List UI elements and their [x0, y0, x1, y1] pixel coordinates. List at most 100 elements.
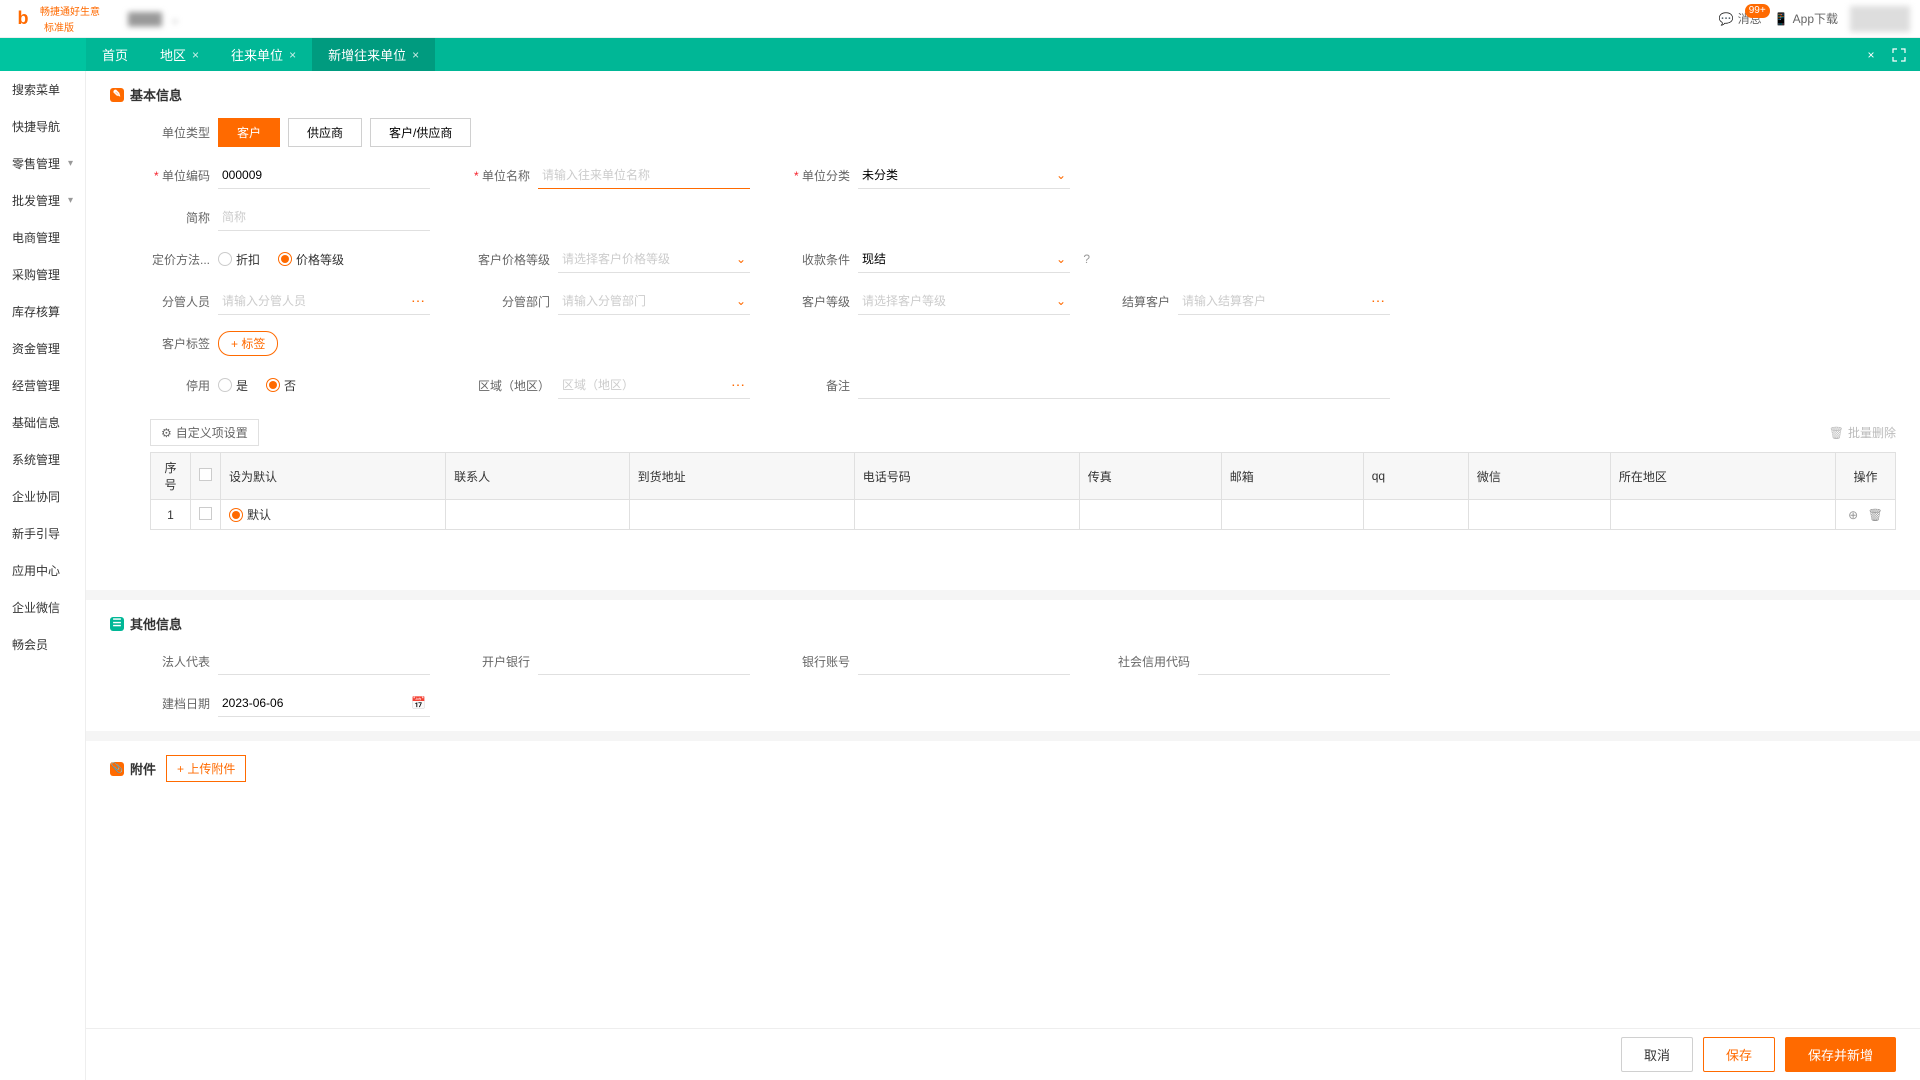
sidebar-item-guide[interactable]: 新手引导 [0, 515, 85, 552]
disabled-yes-radio[interactable]: 是 [218, 377, 248, 394]
cell-wechat[interactable] [1468, 500, 1610, 530]
tab-new-partner[interactable]: 新增往来单位 × [312, 38, 435, 71]
upload-attachment-button[interactable]: + 上传附件 [166, 755, 246, 782]
manager-input[interactable] [218, 287, 430, 315]
label-cust-tag: 客户标签 [150, 335, 210, 352]
create-date-input[interactable] [218, 689, 430, 717]
sidebar-item-search[interactable]: 搜索菜单 [0, 71, 85, 108]
tab-home[interactable]: 首页 [86, 38, 144, 71]
close-icon[interactable]: × [289, 48, 296, 62]
more-icon[interactable]: ⋯ [1371, 293, 1386, 310]
sidebar-item-basicinfo[interactable]: 基础信息 [0, 404, 85, 441]
tab-partner[interactable]: 往来单位 × [215, 38, 312, 71]
label-unit-name: 单位名称 [470, 167, 530, 184]
pay-term-select[interactable] [858, 245, 1070, 273]
credit-code-input[interactable] [1198, 647, 1390, 675]
checkbox-all[interactable] [199, 468, 212, 481]
more-icon[interactable]: ⋯ [731, 377, 746, 394]
price-level-select[interactable] [558, 245, 750, 273]
sidebar-item-inventory[interactable]: 库存核算 [0, 293, 85, 330]
cell-email[interactable] [1221, 500, 1363, 530]
sidebar-item-member[interactable]: 畅会员 [0, 626, 85, 663]
unit-type-group: 客户 供应商 客户/供应商 [218, 118, 1896, 147]
bank-input[interactable] [538, 647, 750, 675]
label-pay-term: 收款条件 [790, 251, 850, 268]
help-icon[interactable]: ? [1083, 252, 1090, 266]
sidebar-item-appcenter[interactable]: 应用中心 [0, 552, 85, 589]
sidebar-item-wecom[interactable]: 企业微信 [0, 589, 85, 626]
legal-input[interactable] [218, 647, 430, 675]
close-icon[interactable]: × [412, 48, 419, 62]
avatar[interactable] [1850, 6, 1910, 32]
cell-fax[interactable] [1079, 500, 1221, 530]
tab-label: 新增往来单位 [328, 45, 406, 64]
label-price-level: 客户价格等级 [470, 251, 550, 268]
label-settle-cust: 结算客户 [1110, 293, 1170, 310]
row-checkbox[interactable] [199, 507, 212, 520]
th-phone: 电话号码 [854, 453, 1079, 500]
unit-type-customer[interactable]: 客户 [218, 118, 280, 147]
cell-contact[interactable] [446, 500, 630, 530]
company-selector[interactable]: ████ ⌄ [128, 12, 180, 26]
app-download-button[interactable]: 📱 App下载 [1774, 10, 1838, 27]
short-name-input[interactable] [218, 203, 430, 231]
delete-row-icon[interactable]: 🗑 [1868, 508, 1883, 522]
manager-dept-select[interactable] [558, 287, 750, 315]
close-all-tabs-button[interactable]: × [1860, 44, 1882, 66]
th-seq: 序号 [151, 453, 191, 500]
th-email: 邮箱 [1221, 453, 1363, 500]
sidebar-item-system[interactable]: 系统管理 [0, 441, 85, 478]
more-icon[interactable]: ⋯ [411, 293, 426, 310]
cell-qq[interactable] [1363, 500, 1468, 530]
chevron-down-icon: ⌄ [170, 12, 180, 26]
remark-input[interactable] [858, 371, 1390, 399]
th-region: 所在地区 [1610, 453, 1835, 500]
fullscreen-button[interactable] [1888, 44, 1910, 66]
download-label: App下载 [1793, 10, 1838, 27]
sidebar-item-purchase[interactable]: 采购管理 [0, 256, 85, 293]
logo: b 畅捷通好生意 标准版 [10, 3, 100, 35]
cell-default[interactable]: 默认 [221, 500, 446, 530]
bank-no-input[interactable] [858, 647, 1070, 675]
logo-icon: b [10, 6, 36, 32]
pricing-level-radio[interactable]: 价格等级 [278, 251, 344, 268]
sidebar-item-operation[interactable]: 经营管理 [0, 367, 85, 404]
label-manager: 分管人员 [150, 293, 210, 310]
cell-region[interactable] [1610, 500, 1835, 530]
messages-button[interactable]: 💬 消息 99+ [1719, 10, 1762, 27]
tab-region[interactable]: 地区 × [144, 38, 215, 71]
sidebar-item-ecommerce[interactable]: 电商管理 [0, 219, 85, 256]
disabled-no-radio[interactable]: 否 [266, 377, 296, 394]
label-cust-level: 客户等级 [790, 293, 850, 310]
content: ✎ 基本信息 单位类型 客户 供应商 客户/供应商 [86, 71, 1920, 1080]
unit-cat-select[interactable] [858, 161, 1070, 189]
add-row-icon[interactable]: ⊕ [1848, 508, 1858, 522]
sidebar-item-retail[interactable]: 零售管理▾ [0, 145, 85, 182]
custom-fields-button[interactable]: ⚙ 自定义项设置 [150, 419, 259, 446]
tab-label: 往来单位 [231, 45, 283, 64]
cell-phone[interactable] [854, 500, 1079, 530]
close-icon[interactable]: × [192, 48, 199, 62]
batch-delete-button[interactable]: 🗑 批量删除 [1829, 424, 1896, 441]
settle-cust-input[interactable] [1178, 287, 1390, 315]
cell-addr[interactable] [629, 500, 854, 530]
region-input[interactable] [558, 371, 750, 399]
section-icon: ☰ [110, 617, 124, 631]
gear-icon: ⚙ [161, 426, 172, 440]
unit-type-both[interactable]: 客户/供应商 [370, 118, 471, 147]
pricing-discount-radio[interactable]: 折扣 [218, 251, 260, 268]
sidebar-item-quicknav[interactable]: 快捷导航 [0, 108, 85, 145]
pricing-radio-group: 折扣 价格等级 [218, 251, 430, 268]
cancel-button[interactable]: 取消 [1621, 1037, 1693, 1072]
unit-type-supplier[interactable]: 供应商 [288, 118, 362, 147]
sidebar-item-funds[interactable]: 资金管理 [0, 330, 85, 367]
save-and-new-button[interactable]: 保存并新增 [1785, 1037, 1896, 1072]
unit-code-input[interactable] [218, 161, 430, 189]
cust-level-select[interactable] [858, 287, 1070, 315]
section-attach-title: 📎 附件 [110, 759, 156, 778]
sidebar-item-wholesale[interactable]: 批发管理▾ [0, 182, 85, 219]
add-tag-button[interactable]: + 标签 [218, 331, 278, 356]
unit-name-input[interactable] [538, 161, 750, 189]
save-button[interactable]: 保存 [1703, 1037, 1775, 1072]
sidebar-item-collab[interactable]: 企业协同 [0, 478, 85, 515]
